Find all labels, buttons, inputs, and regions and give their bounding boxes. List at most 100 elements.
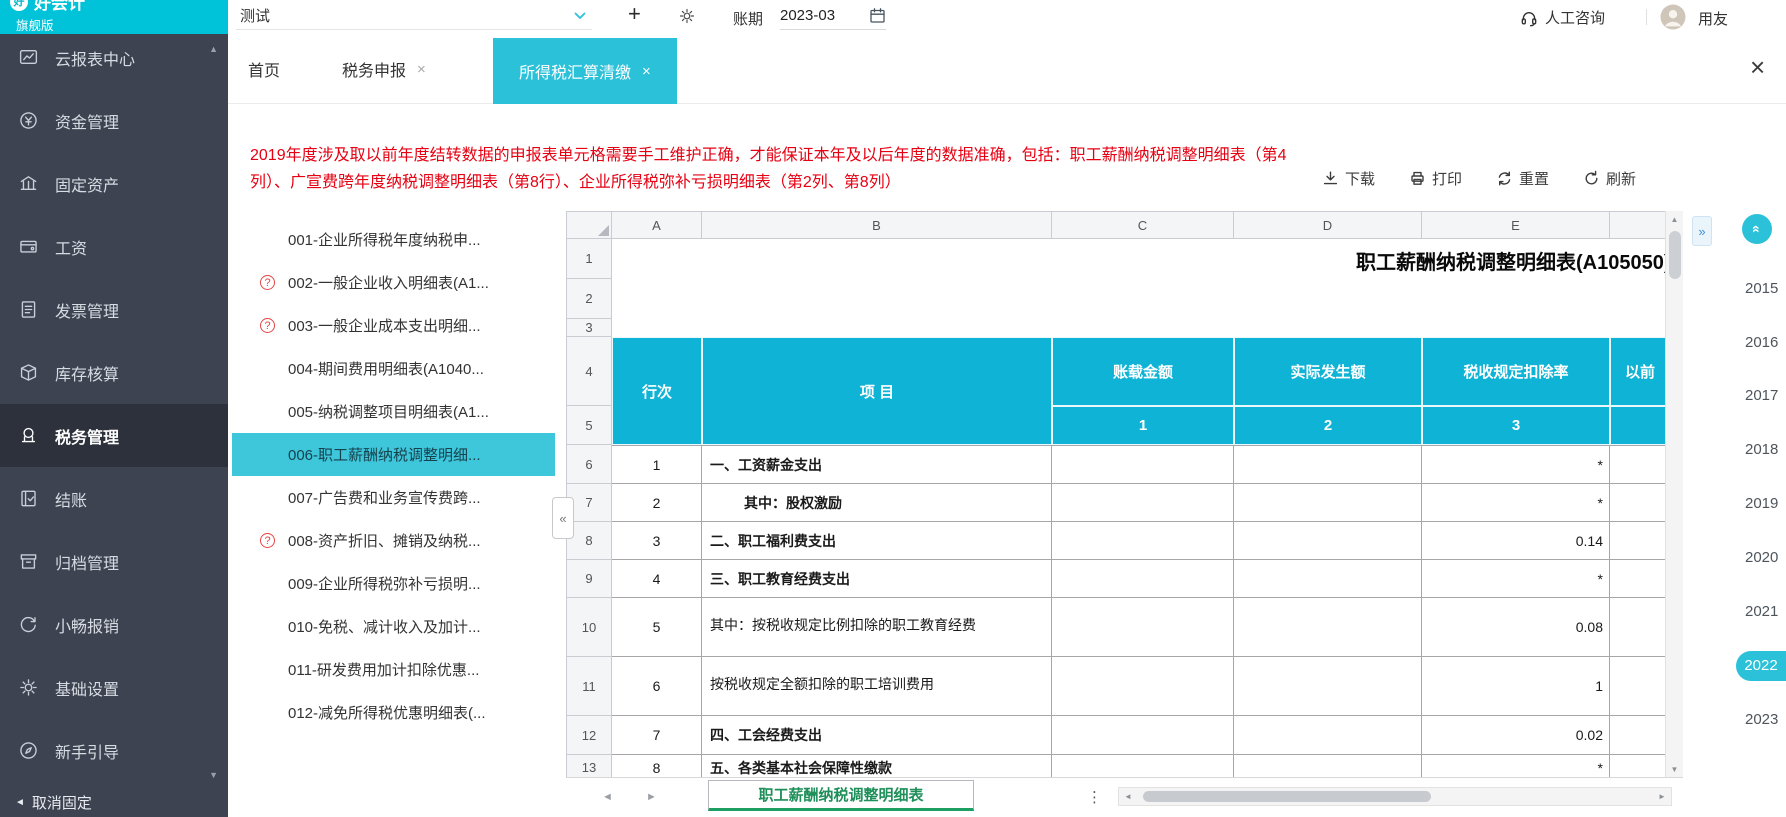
sidebar-item-salary[interactable]: 工资 [0, 215, 228, 278]
cell-amount[interactable] [1052, 522, 1234, 560]
cell-rowno[interactable]: 2 [612, 484, 702, 522]
form-list-item[interactable]: ? 002-一般企业收入明细表(A1... [232, 261, 555, 304]
sidebar-item-archive[interactable]: 归档管理 [0, 530, 228, 593]
cell-rowno[interactable]: 7 [612, 716, 702, 755]
cell-rate[interactable]: * [1422, 560, 1610, 598]
consult-button[interactable]: 人工咨询 [1520, 7, 1605, 28]
cell-item[interactable]: 二、职工福利费支出 [702, 522, 1052, 560]
cell-rate[interactable]: 0.14 [1422, 522, 1610, 560]
cell-item[interactable]: 其中：按税收规定比例扣除的职工教育经费 [702, 598, 1052, 657]
form-list-item[interactable]: 004-期间费用明细表(A1040... [232, 347, 555, 390]
refresh-button[interactable]: 刷新 [1583, 168, 1636, 189]
scroll-right-icon[interactable]: ► [1653, 788, 1671, 805]
cell-rate[interactable]: * [1422, 445, 1610, 484]
cell-rate[interactable]: 0.02 [1422, 716, 1610, 755]
column-header-A[interactable]: A [612, 211, 702, 239]
cell-item[interactable]: 一、工资薪金支出 [702, 445, 1052, 484]
menu-scroll-up-icon[interactable]: ▲ [209, 44, 218, 54]
vertical-scrollbar[interactable]: ▲ ▼ [1665, 211, 1683, 777]
cell-rowno[interactable]: 4 [612, 560, 702, 598]
column-header-next[interactable] [1610, 211, 1665, 239]
collapse-list-handle[interactable]: « [552, 497, 574, 539]
year-item-2017[interactable]: 2017 [1741, 381, 1786, 411]
cell-item[interactable]: 四、工会经费支出 [702, 716, 1052, 755]
cell-actual[interactable] [1234, 657, 1422, 716]
prev-sheet-icon[interactable]: ◄ [602, 791, 613, 803]
cell-amount[interactable] [1052, 484, 1234, 522]
cell-rowno[interactable]: 5 [612, 598, 702, 657]
column-header-E[interactable]: E [1422, 211, 1610, 239]
unpin-sidebar-button[interactable]: ◄ 取消固定 [0, 788, 228, 817]
cell-rate[interactable]: 1 [1422, 657, 1610, 716]
cell-actual[interactable] [1234, 560, 1422, 598]
form-list-item[interactable]: ? 008-资产折旧、摊销及纳税... [232, 519, 555, 562]
user-name[interactable]: 用友 [1698, 8, 1728, 29]
row-header-6[interactable]: 6 [566, 445, 612, 484]
download-button[interactable]: 下载 [1322, 168, 1375, 189]
form-list-item[interactable]: 007-广告费和业务宣传费跨... [232, 476, 555, 519]
form-list-item[interactable]: 009-企业所得税弥补亏损明... [232, 562, 555, 605]
form-list-item[interactable]: ? 003-一般企业成本支出明细... [232, 304, 555, 347]
form-list-item[interactable]: 012-减免所得税优惠明细表(... [232, 691, 555, 734]
expand-panel-icon[interactable]: » [1692, 216, 1712, 246]
cell-rowno[interactable]: 8 [612, 755, 702, 777]
year-item-2016[interactable]: 2016 [1741, 328, 1786, 358]
cell-amount[interactable] [1052, 657, 1234, 716]
select-all-corner[interactable] [566, 211, 612, 239]
form-list-item[interactable]: 010-免税、减计收入及加计... [232, 605, 555, 648]
row-header-10[interactable]: 10 [566, 598, 612, 657]
year-item-2019[interactable]: 2019 [1741, 489, 1786, 519]
tab-home[interactable]: 首页 [238, 34, 290, 104]
row-header-9[interactable]: 9 [566, 560, 612, 598]
reset-button[interactable]: 重置 [1496, 168, 1549, 189]
form-list-item[interactable]: 001-企业所得税年度纳税申... [232, 218, 555, 261]
close-icon[interactable]: × [417, 61, 426, 78]
cell-extra[interactable] [1610, 522, 1665, 560]
avatar[interactable] [1660, 4, 1686, 30]
close-tab-button[interactable]: × [1750, 52, 1765, 83]
cell-rowno[interactable]: 1 [612, 445, 702, 484]
scroll-down-icon[interactable]: ▼ [1666, 761, 1683, 777]
year-item-2015[interactable]: 2015 [1741, 274, 1786, 304]
period-input[interactable]: 2023-03 [780, 2, 886, 30]
sheet-tab[interactable]: 职工薪酬纳税调整明细表 [708, 780, 974, 811]
scroll-up-icon[interactable]: ▲ [1666, 211, 1683, 227]
cell-amount[interactable] [1052, 598, 1234, 657]
scroll-left-icon[interactable]: ◄ [1119, 788, 1137, 805]
cell-actual[interactable] [1234, 598, 1422, 657]
cell-rowno[interactable]: 6 [612, 657, 702, 716]
row-header-2[interactable]: 2 [566, 279, 612, 319]
sidebar-item-guide[interactable]: 新手引导 [0, 719, 228, 766]
cell-item[interactable]: 其中：股权激励 [702, 484, 1052, 522]
sidebar-item-inventory[interactable]: 库存核算 [0, 341, 228, 404]
row-header-11[interactable]: 11 [566, 657, 612, 716]
cell-item[interactable]: 三、职工教育经费支出 [702, 560, 1052, 598]
year-item-2018[interactable]: 2018 [1741, 435, 1786, 465]
cell-amount[interactable] [1052, 716, 1234, 755]
year-item-2021[interactable]: 2021 [1741, 597, 1786, 627]
cell-extra[interactable] [1610, 484, 1665, 522]
row-header-13[interactable]: 13 [566, 755, 612, 777]
sidebar-item-closing[interactable]: 结账 [0, 467, 228, 530]
row-header-5[interactable]: 5 [566, 406, 612, 445]
cell-actual[interactable] [1234, 755, 1422, 777]
sidebar-item-funds[interactable]: 资金管理 [0, 89, 228, 152]
add-account-button[interactable]: + [628, 1, 641, 27]
sidebar-item-settings[interactable]: 基础设置 [0, 656, 228, 719]
sidebar-item-cloud-report[interactable]: 云报表中心 [0, 26, 228, 89]
scrollbar-thumb[interactable] [1143, 791, 1431, 802]
cell-extra[interactable] [1610, 445, 1665, 484]
column-header-C[interactable]: C [1052, 211, 1234, 239]
company-select[interactable]: 测试 [236, 2, 592, 30]
collapse-years-button[interactable]: « [1742, 214, 1772, 244]
sidebar-item-reimburse[interactable]: 小畅报销 [0, 593, 228, 656]
cell-rate[interactable]: * [1422, 755, 1610, 777]
cell-rate[interactable]: * [1422, 484, 1610, 522]
next-sheet-icon[interactable]: ► [646, 791, 657, 803]
sidebar-item-fixed-assets[interactable]: 固定资产 [0, 152, 228, 215]
sidebar-item-tax[interactable]: 税务管理 [0, 404, 228, 467]
cell-item[interactable]: 五、各类基本社会保障性缴款 [702, 755, 1052, 777]
print-button[interactable]: 打印 [1409, 168, 1462, 189]
tab-tax-declaration[interactable]: 税务申报 × [332, 34, 436, 104]
cell-actual[interactable] [1234, 445, 1422, 484]
